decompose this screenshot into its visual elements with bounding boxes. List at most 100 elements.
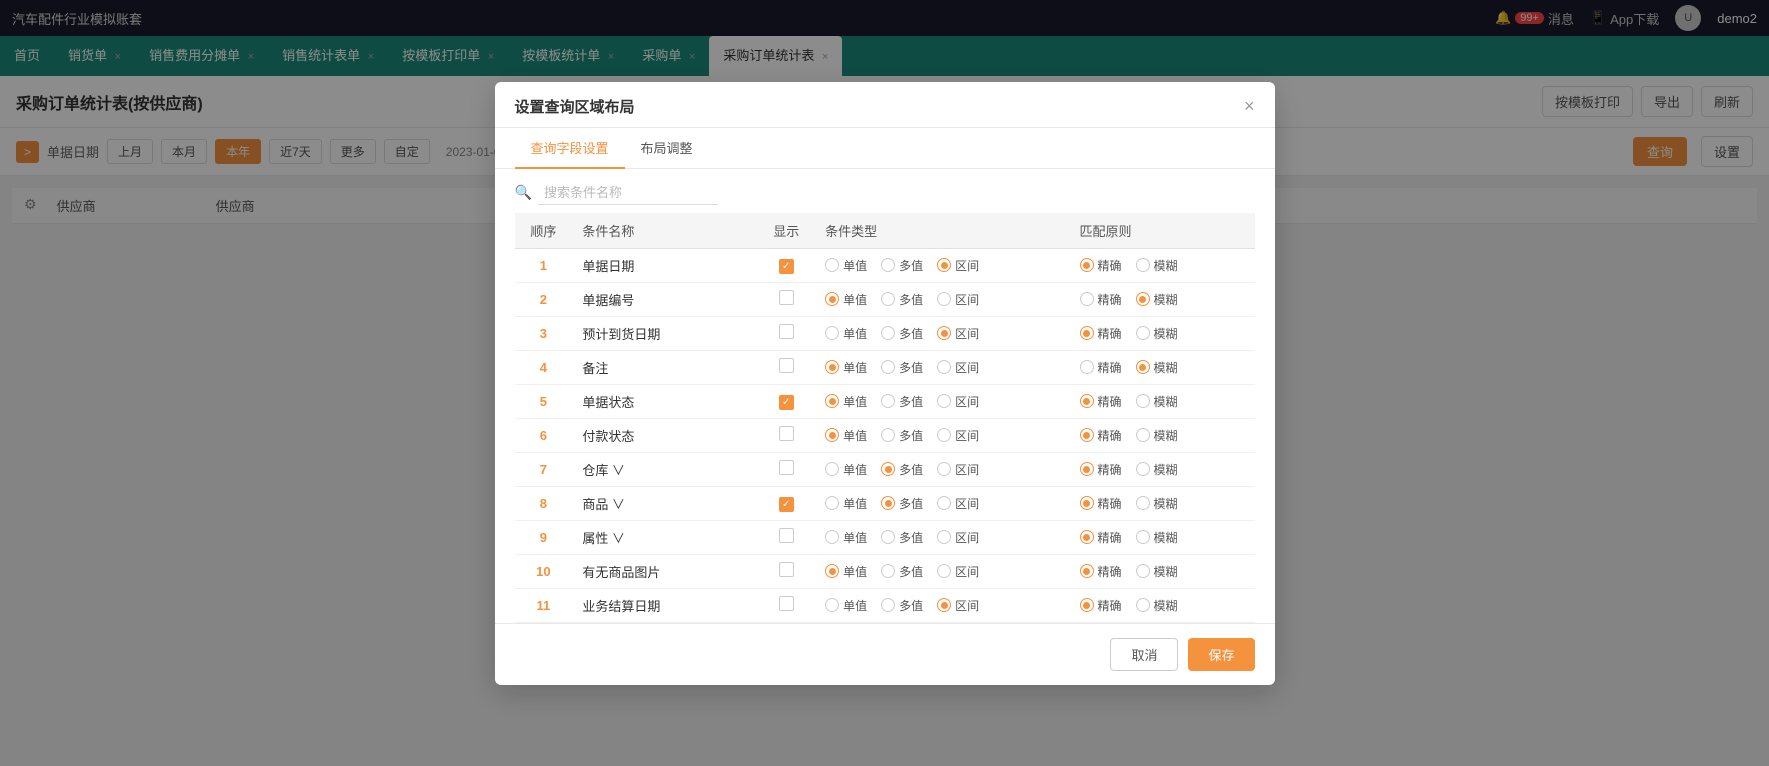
cell-order: 7 (515, 452, 573, 486)
cell-display[interactable] (757, 486, 815, 520)
radio-multi[interactable] (881, 394, 895, 408)
radio-range[interactable] (937, 496, 951, 510)
radio-fuzzy[interactable] (1136, 360, 1150, 374)
cell-type: 单值多值区间 (815, 418, 1069, 452)
cell-match: 精确模糊 (1070, 418, 1255, 452)
cell-match: 精确模糊 (1070, 588, 1255, 622)
th-display: 显示 (757, 213, 815, 249)
cell-name: 单据编号 (572, 282, 757, 316)
radio-multi[interactable] (881, 496, 895, 510)
radio-multi[interactable] (881, 530, 895, 544)
radio-fuzzy[interactable] (1136, 326, 1150, 340)
cell-display[interactable] (757, 554, 815, 588)
cell-match: 精确模糊 (1070, 282, 1255, 316)
radio-fuzzy[interactable] (1136, 496, 1150, 510)
radio-fuzzy[interactable] (1136, 428, 1150, 442)
radio-exact[interactable] (1080, 496, 1094, 510)
radio-fuzzy[interactable] (1136, 394, 1150, 408)
table-row: 11业务结算日期单值多值区间精确模糊 (515, 588, 1255, 622)
radio-multi[interactable] (881, 360, 895, 374)
cell-match: 精确模糊 (1070, 452, 1255, 486)
modal-tabs: 查询字段设置 布局调整 (495, 128, 1275, 169)
cell-name: 付款状态 (572, 418, 757, 452)
radio-exact[interactable] (1080, 292, 1094, 306)
radio-fuzzy[interactable] (1136, 530, 1150, 544)
radio-exact[interactable] (1080, 394, 1094, 408)
radio-range[interactable] (937, 292, 951, 306)
cell-display[interactable] (757, 248, 815, 282)
cell-type: 单值多值区间 (815, 282, 1069, 316)
table-row: 1单据日期单值多值区间精确模糊 (515, 248, 1255, 282)
radio-single[interactable] (825, 292, 839, 306)
radio-range[interactable] (937, 360, 951, 374)
radio-fuzzy[interactable] (1136, 598, 1150, 612)
radio-single[interactable] (825, 326, 839, 340)
radio-exact[interactable] (1080, 598, 1094, 612)
radio-exact[interactable] (1080, 530, 1094, 544)
cell-display[interactable] (757, 282, 815, 316)
search-input[interactable] (538, 181, 718, 205)
radio-multi[interactable] (881, 292, 895, 306)
cell-display[interactable] (757, 350, 815, 384)
cell-display[interactable] (757, 452, 815, 486)
cell-order: 8 (515, 486, 573, 520)
radio-single[interactable] (825, 564, 839, 578)
th-order: 顺序 (515, 213, 573, 249)
cell-name: 业务结算日期 (572, 588, 757, 622)
radio-range[interactable] (937, 394, 951, 408)
radio-range[interactable] (937, 598, 951, 612)
radio-exact[interactable] (1080, 360, 1094, 374)
table-row: 4备注单值多值区间精确模糊 (515, 350, 1255, 384)
radio-multi[interactable] (881, 258, 895, 272)
cancel-button[interactable]: 取消 (1110, 638, 1178, 671)
cell-display[interactable] (757, 520, 815, 554)
radio-range[interactable] (937, 428, 951, 442)
radio-exact[interactable] (1080, 326, 1094, 340)
radio-range[interactable] (937, 258, 951, 272)
table-row: 10有无商品图片单值多值区间精确模糊 (515, 554, 1255, 588)
radio-fuzzy[interactable] (1136, 258, 1150, 272)
cell-order: 11 (515, 588, 573, 622)
table-row: 3预计到货日期单值多值区间精确模糊 (515, 316, 1255, 350)
modal-overlay[interactable]: 设置查询区域布局 × 查询字段设置 布局调整 🔍 顺序 条件名称 显示 条件类型 (0, 0, 1769, 766)
cell-type: 单值多值区间 (815, 316, 1069, 350)
radio-single[interactable] (825, 394, 839, 408)
radio-multi[interactable] (881, 326, 895, 340)
radio-range[interactable] (937, 326, 951, 340)
tab-layout[interactable]: 布局调整 (625, 128, 709, 169)
cell-display[interactable] (757, 384, 815, 418)
radio-range[interactable] (937, 564, 951, 578)
radio-single[interactable] (825, 258, 839, 272)
radio-single[interactable] (825, 598, 839, 612)
radio-multi[interactable] (881, 462, 895, 476)
radio-multi[interactable] (881, 598, 895, 612)
cell-display[interactable] (757, 418, 815, 452)
th-name: 条件名称 (572, 213, 757, 249)
tab-query-fields[interactable]: 查询字段设置 (515, 128, 625, 169)
save-button[interactable]: 保存 (1188, 638, 1254, 671)
radio-fuzzy[interactable] (1136, 462, 1150, 476)
radio-range[interactable] (937, 462, 951, 476)
radio-single[interactable] (825, 530, 839, 544)
cell-type: 单值多值区间 (815, 248, 1069, 282)
radio-fuzzy[interactable] (1136, 564, 1150, 578)
radio-single[interactable] (825, 428, 839, 442)
cell-match: 精确模糊 (1070, 554, 1255, 588)
radio-multi[interactable] (881, 564, 895, 578)
cell-display[interactable] (757, 588, 815, 622)
radio-multi[interactable] (881, 428, 895, 442)
cell-display[interactable] (757, 316, 815, 350)
close-icon[interactable]: × (1244, 97, 1255, 115)
radio-fuzzy[interactable] (1136, 292, 1150, 306)
radio-single[interactable] (825, 462, 839, 476)
table-row: 8商品 ∨单值多值区间精确模糊 (515, 486, 1255, 520)
radio-single[interactable] (825, 496, 839, 510)
table-row: 7仓库 ∨单值多值区间精确模糊 (515, 452, 1255, 486)
radio-range[interactable] (937, 530, 951, 544)
radio-exact[interactable] (1080, 428, 1094, 442)
radio-single[interactable] (825, 360, 839, 374)
radio-exact[interactable] (1080, 462, 1094, 476)
radio-exact[interactable] (1080, 564, 1094, 578)
radio-exact[interactable] (1080, 258, 1094, 272)
modal-search-area: 🔍 (495, 169, 1275, 213)
